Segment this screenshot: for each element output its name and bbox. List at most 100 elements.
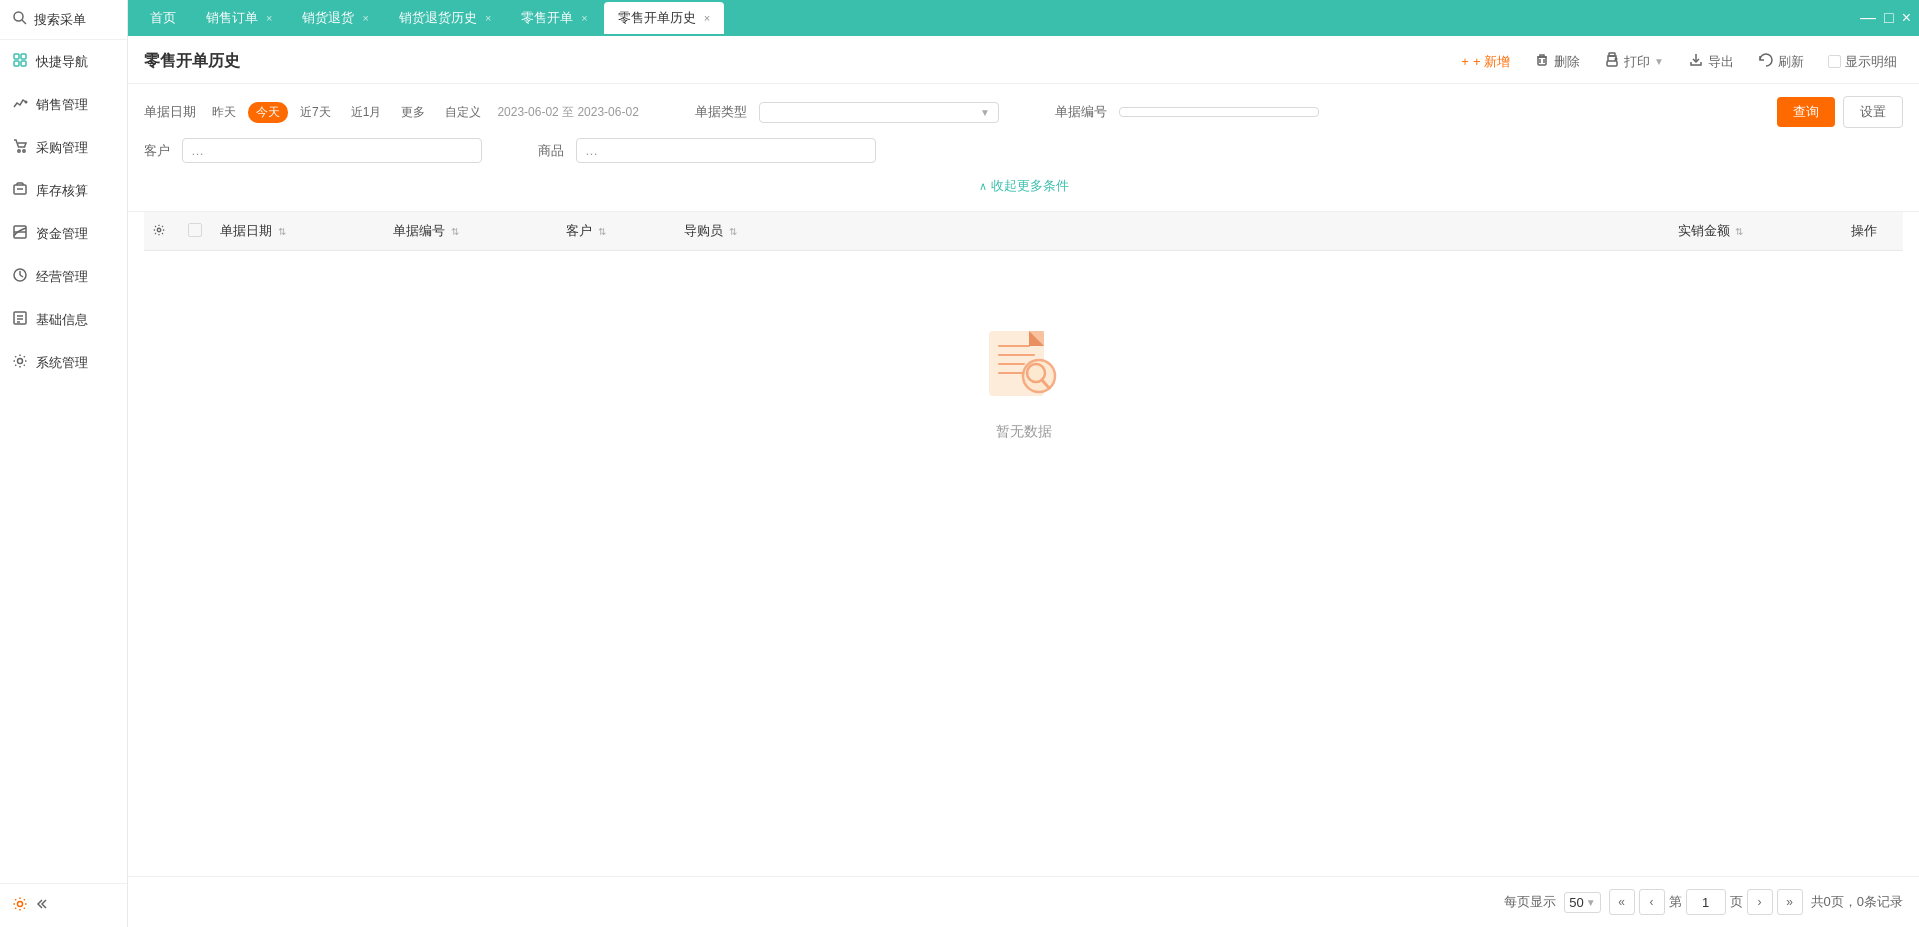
doc-no-input[interactable] xyxy=(1119,107,1319,117)
tab-close-icon[interactable]: × xyxy=(266,12,272,24)
last-page-btn[interactable]: » xyxy=(1777,889,1803,915)
empty-illustration xyxy=(974,311,1074,411)
tab-close-icon[interactable]: × xyxy=(581,12,587,24)
date-btn-yesterday[interactable]: 昨天 xyxy=(204,102,244,123)
svg-point-6 xyxy=(25,101,28,104)
sidebar-item-sales-mgmt[interactable]: 销售管理 xyxy=(0,83,127,126)
tab-sales-order[interactable]: 销售订单 × xyxy=(192,2,286,34)
tab-close-icon[interactable]: × xyxy=(485,12,491,24)
basic-info-icon xyxy=(12,310,28,329)
date-btn-last1month[interactable]: 近1月 xyxy=(343,102,390,123)
sidebar-item-inventory[interactable]: 库存核算 xyxy=(0,169,127,212)
sidebar-item-operations[interactable]: 经营管理 xyxy=(0,255,127,298)
date-btn-today[interactable]: 今天 xyxy=(248,102,288,123)
sidebar-item-basic-info[interactable]: 基础信息 xyxy=(0,298,127,341)
svg-point-27 xyxy=(1615,58,1617,60)
col-customer[interactable]: 客户 ⇅ xyxy=(558,212,676,251)
inventory-icon xyxy=(12,181,28,200)
delete-label: 删除 xyxy=(1554,53,1580,71)
svg-point-21 xyxy=(18,902,23,907)
svg-rect-2 xyxy=(14,54,19,59)
print-button[interactable]: 打印 ▼ xyxy=(1598,48,1670,75)
first-page-btn[interactable]: « xyxy=(1609,889,1635,915)
tab-home[interactable]: 首页 xyxy=(136,2,190,34)
query-button[interactable]: 查询 xyxy=(1777,97,1835,127)
doc-type-select[interactable]: ▼ xyxy=(759,102,999,123)
date-filter-label: 单据日期 xyxy=(144,103,196,121)
doc-no-filter: 单据编号 xyxy=(1055,103,1319,121)
tab-retail-open[interactable]: 零售开单 × xyxy=(507,2,601,34)
col-doc-no[interactable]: 单据编号 ⇅ xyxy=(385,212,558,251)
sidebar-collapse-icon[interactable] xyxy=(36,896,52,915)
page-title: 零售开单历史 xyxy=(144,51,240,72)
pagination: 每页显示 50 ▼ « ‹ 第 页 › » xyxy=(128,876,1919,927)
sidebar-item-quick-nav[interactable]: 快捷导航 xyxy=(0,40,127,83)
col-amount[interactable]: 实销金额 ⇅ xyxy=(1670,212,1843,251)
sidebar-item-label: 基础信息 xyxy=(36,311,88,329)
print-dropdown-icon[interactable]: ▼ xyxy=(1654,56,1664,67)
sidebar-item-sys-mgmt[interactable]: 系统管理 xyxy=(0,341,127,384)
finance-icon xyxy=(12,224,28,243)
tab-sales-return[interactable]: 销货退货 × xyxy=(288,2,382,34)
col-settings-icon[interactable] xyxy=(152,225,166,240)
sidebar-search[interactable]: 搜索采单 xyxy=(0,0,127,40)
print-icon xyxy=(1604,52,1620,71)
refresh-button[interactable]: 刷新 xyxy=(1752,48,1810,75)
sys-mgmt-icon xyxy=(12,353,28,372)
svg-point-29 xyxy=(157,228,161,232)
add-button[interactable]: + + 新增 xyxy=(1455,49,1516,75)
settings-filter-button[interactable]: 设置 xyxy=(1843,96,1903,128)
product-label: 商品 xyxy=(538,142,564,160)
sidebar-bottom xyxy=(0,883,127,927)
tab-label: 首页 xyxy=(150,9,176,27)
sidebar-gear-icon[interactable] xyxy=(12,896,28,915)
sidebar-item-purchase-mgmt[interactable]: 采购管理 xyxy=(0,126,127,169)
empty-state: 暂无数据 xyxy=(144,251,1903,501)
delete-button[interactable]: 删除 xyxy=(1528,48,1586,75)
date-btn-more[interactable]: 更多 xyxy=(393,102,433,123)
window-maximize-btn[interactable]: □ xyxy=(1884,9,1894,27)
next-page-btn[interactable]: › xyxy=(1747,889,1773,915)
customer-label: 客户 xyxy=(144,142,170,160)
table-body: 暂无数据 xyxy=(144,251,1903,502)
prev-page-btn[interactable]: ‹ xyxy=(1639,889,1665,915)
empty-state-row: 暂无数据 xyxy=(144,251,1903,502)
sidebar-item-label: 资金管理 xyxy=(36,225,88,243)
sidebar-item-label: 库存核算 xyxy=(36,182,88,200)
window-close-btn[interactable]: × xyxy=(1902,9,1911,27)
tab-close-icon[interactable]: × xyxy=(704,12,710,24)
window-minimize-btn[interactable]: — xyxy=(1860,9,1876,27)
tab-sales-return-history[interactable]: 销货退货历史 × xyxy=(385,2,505,34)
product-input[interactable]: … xyxy=(576,138,876,163)
col-checkbox[interactable] xyxy=(180,212,212,251)
table-header-row: 单据日期 ⇅ 单据编号 ⇅ 客户 ⇅ 导购员 ⇅ xyxy=(144,212,1903,251)
export-label: 导出 xyxy=(1708,53,1734,71)
svg-rect-5 xyxy=(21,61,26,66)
customer-input[interactable]: … xyxy=(182,138,482,163)
tab-retail-open-history[interactable]: 零售开单历史 × xyxy=(604,2,724,34)
customer-dots: … xyxy=(191,143,204,158)
display-detail-button[interactable]: 显示明细 xyxy=(1822,49,1903,75)
sidebar-item-finance[interactable]: 资金管理 xyxy=(0,212,127,255)
checkbox-icon xyxy=(1828,55,1841,68)
date-btn-last7[interactable]: 近7天 xyxy=(292,102,339,123)
sort-icon: ⇅ xyxy=(278,226,286,237)
header-checkbox[interactable] xyxy=(188,223,202,237)
date-btn-custom[interactable]: 自定义 xyxy=(437,102,489,123)
tab-close-icon[interactable]: × xyxy=(362,12,368,24)
col-settings[interactable] xyxy=(144,212,180,251)
filter-collapse-btn[interactable]: ∧ 收起更多条件 xyxy=(144,173,1903,199)
col-salesperson[interactable]: 导购员 ⇅ xyxy=(676,212,822,251)
search-icon xyxy=(12,10,28,29)
export-button[interactable]: 导出 xyxy=(1682,48,1740,75)
delete-icon xyxy=(1534,52,1550,71)
page-word-pre: 第 xyxy=(1669,893,1682,911)
doc-type-label: 单据类型 xyxy=(695,103,747,121)
page-number-input[interactable] xyxy=(1686,889,1726,915)
per-page-select[interactable]: 50 ▼ xyxy=(1564,892,1600,913)
svg-rect-22 xyxy=(1538,57,1546,65)
prev-page-icon: ‹ xyxy=(1650,895,1654,909)
col-date[interactable]: 单据日期 ⇅ xyxy=(212,212,385,251)
per-page-value: 50 xyxy=(1569,895,1583,910)
page-content: 零售开单历史 + + 新增 xyxy=(128,36,1919,927)
